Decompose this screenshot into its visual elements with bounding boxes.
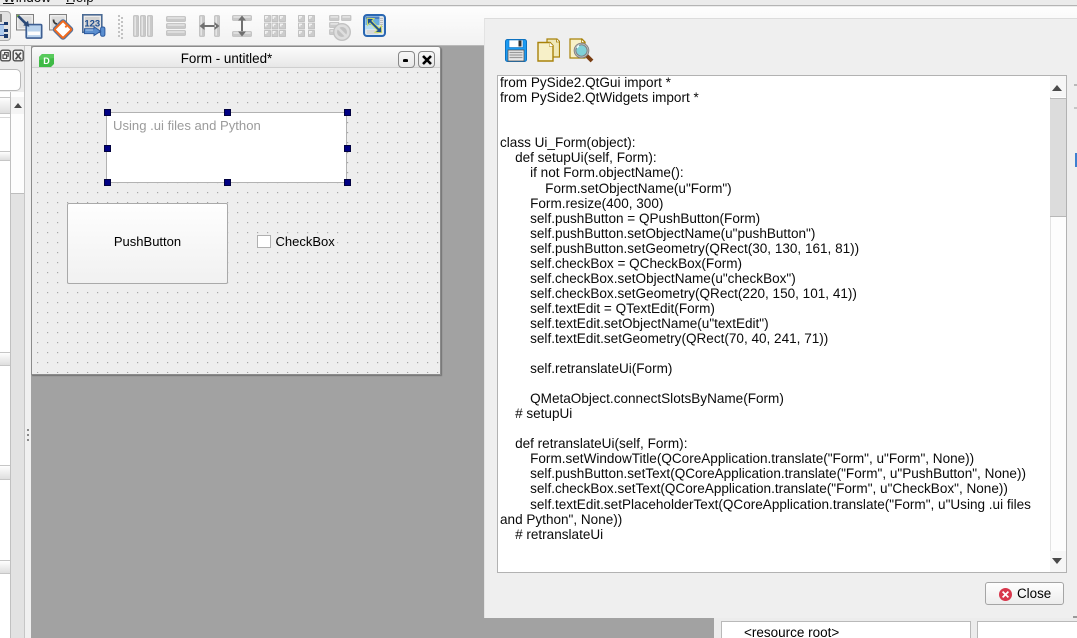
svg-text:123: 123 xyxy=(84,18,100,29)
